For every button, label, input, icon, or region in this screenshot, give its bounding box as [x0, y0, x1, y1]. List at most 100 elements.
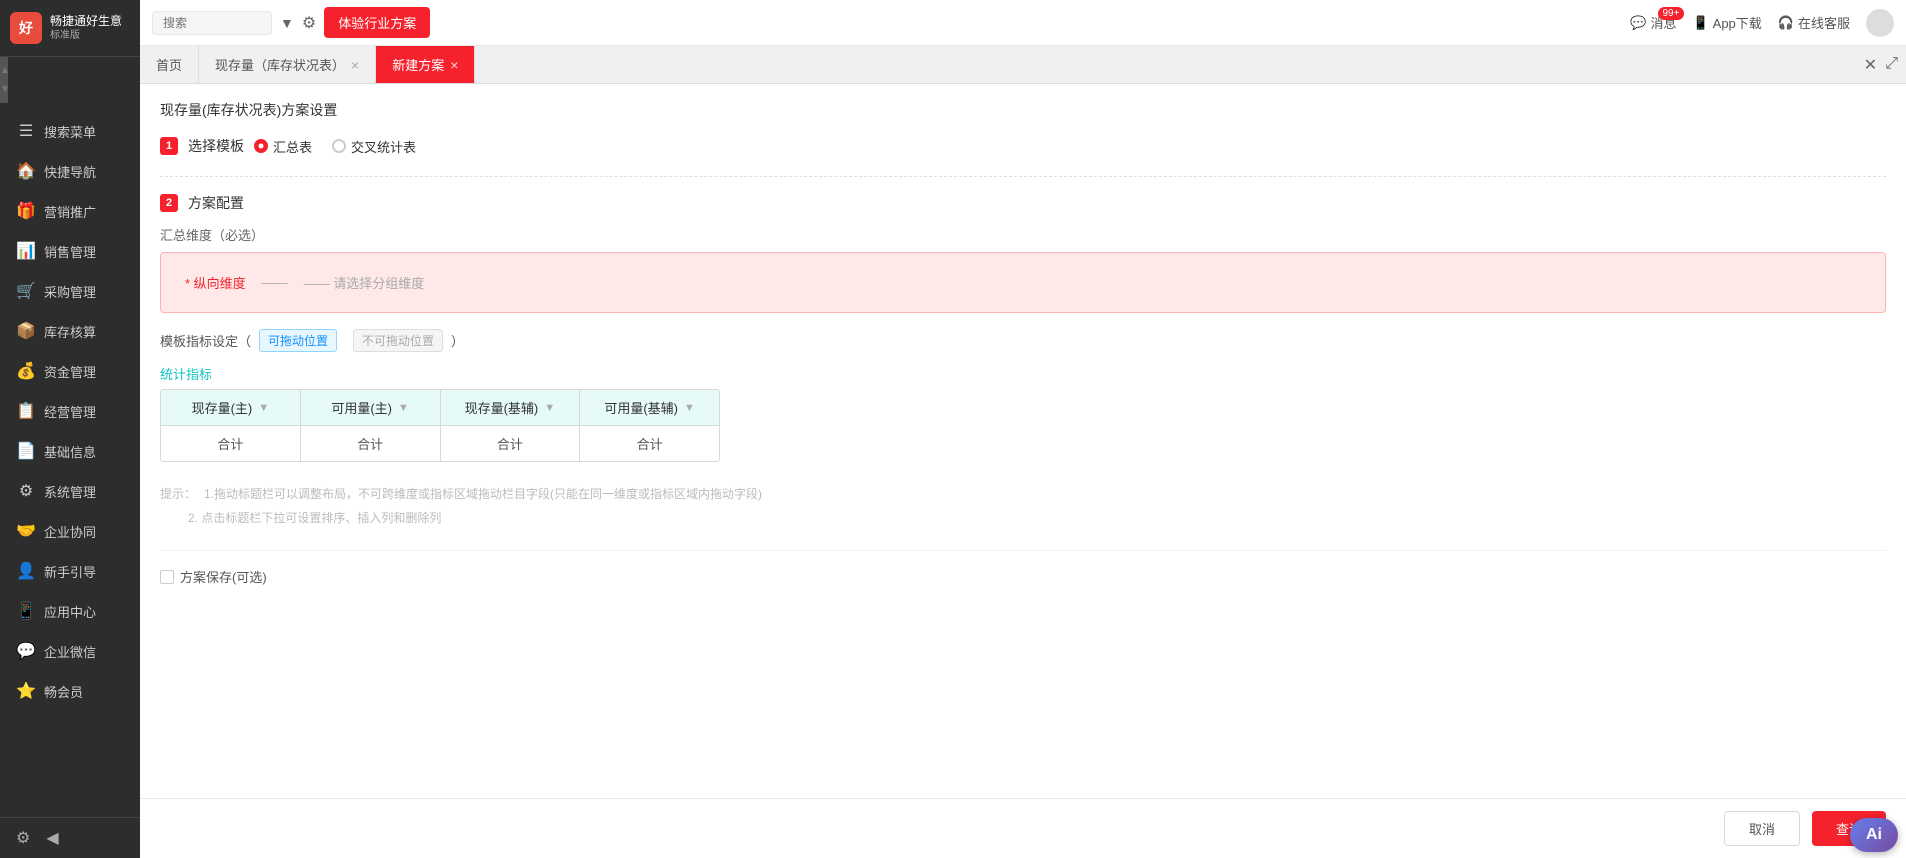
cancel-button[interactable]: 取消 — [1724, 811, 1800, 846]
content-area: 现存量(库存状况表)方案设置 1 选择模板 汇总表 — [140, 84, 1906, 798]
operations-icon: 📋 — [16, 401, 36, 421]
tab-inventory-status-close[interactable]: × — [351, 57, 359, 73]
vertical-dimension-placeholder[interactable]: —— 请选择分组维度 — [304, 273, 425, 292]
topbar: ▼ ⚙ 体验行业方案 💬 消息 99+ 📱 App下载 🎧 在线客服 — [140, 0, 1906, 46]
draggable-badge: 可拖动位置 — [259, 329, 337, 352]
step2-badge: 2 — [160, 194, 178, 212]
tab-expand-icon[interactable]: ⤢ — [1885, 55, 1898, 75]
page-container: 现存量(库存状况表)方案设置 1 选择模板 汇总表 — [140, 84, 1906, 798]
radio-summary-table[interactable]: 汇总表 — [254, 137, 312, 156]
scroll-down[interactable]: ▼ — [0, 80, 8, 99]
tab-close-icon[interactable]: ✕ — [1864, 55, 1877, 75]
sidebar-item-enterprise[interactable]: 🤝 企业协同 — [0, 511, 140, 551]
sidebar-item-finance[interactable]: 💰 资金管理 — [0, 351, 140, 391]
purchase-icon: 🛒 — [16, 281, 36, 301]
sidebar: 好 畅捷通好生意 标准版 ▲ ▼ ☰ 搜索菜单 🏠 快捷导航 🎁 营销推广 📊 … — [0, 0, 140, 858]
sidebar-scroll: ▲ ▼ — [0, 57, 8, 103]
headset-icon: 🎧 — [1778, 15, 1794, 31]
sales-icon: 📊 — [16, 241, 36, 261]
col4-header[interactable]: 可用量(基辅) ▼ — [580, 390, 719, 425]
member-icon: ⭐ — [16, 681, 36, 701]
enterprise-icon: 🤝 — [16, 521, 36, 541]
stats-table-header: 现存量(主) ▼ 可用量(主) ▼ 现存量(基辅) ▼ — [161, 390, 719, 426]
message-icon: 💬 — [1630, 15, 1646, 31]
sidebar-item-marketing[interactable]: 🎁 营销推广 — [0, 191, 140, 231]
col1-chevron-icon: ▼ — [258, 402, 269, 414]
topbar-right: 💬 消息 99+ 📱 App下载 🎧 在线客服 — [1630, 9, 1894, 37]
section-choose-template: 1 选择模板 汇总表 交叉统计表 — [160, 136, 1886, 156]
col2-header[interactable]: 可用量(主) ▼ — [301, 390, 441, 425]
tab-home[interactable]: 首页 — [140, 46, 199, 83]
sidebar-item-system[interactable]: ⚙ 系统管理 — [0, 471, 140, 511]
audio-icon[interactable]: ◀ — [46, 828, 58, 848]
messages-btn[interactable]: 💬 消息 99+ — [1630, 13, 1676, 32]
sidebar-logo: 好 畅捷通好生意 标准版 — [0, 0, 140, 57]
sidebar-item-inventory[interactable]: 📦 库存核算 — [0, 311, 140, 351]
save-option: 方案保存(可选) — [160, 550, 1886, 586]
sidebar-item-sales[interactable]: 📊 销售管理 — [0, 231, 140, 271]
app-download-btn[interactable]: 📱 App下载 — [1692, 13, 1761, 32]
tip1: 提示： 1.拖动标题栏可以调整布局，不可跨维度或指标区域拖动栏目字段(只能在同一… — [160, 482, 1886, 506]
topbar-dropdown-icon[interactable]: ▼ — [280, 15, 294, 31]
radio-group-template: 汇总表 交叉统计表 — [254, 137, 416, 156]
tab-new-scheme[interactable]: 新建方案 × — [376, 46, 475, 83]
settings-icon[interactable]: ⚙ — [16, 828, 30, 848]
tab-new-scheme-close[interactable]: × — [450, 57, 458, 73]
vertical-dimension-label: * 纵向维度 — [185, 273, 246, 292]
col1-header[interactable]: 现存量(主) ▼ — [161, 390, 301, 425]
indicator-settings-label: 模板指标设定（ 可拖动位置 不可拖动位置 ） — [160, 329, 1886, 352]
col2-body: 合计 — [301, 426, 441, 461]
section2-header: 2 方案配置 — [160, 193, 1886, 213]
step2-title: 方案配置 — [188, 193, 244, 213]
col3-body: 合计 — [441, 426, 581, 461]
col4-chevron-icon: ▼ — [684, 402, 695, 414]
sidebar-item-wechat[interactable]: 💬 企业微信 — [0, 631, 140, 671]
online-service-btn[interactable]: 🎧 在线客服 — [1778, 13, 1850, 32]
stats-table: 现存量(主) ▼ 可用量(主) ▼ 现存量(基辅) ▼ — [160, 389, 720, 462]
tips-section: 提示： 1.拖动标题栏可以调整布局，不可跨维度或指标区域拖动栏目字段(只能在同一… — [160, 482, 1886, 530]
sidebar-item-basic-info[interactable]: 📄 基础信息 — [0, 431, 140, 471]
sidebar-item-quick-nav[interactable]: 🏠 快捷导航 — [0, 151, 140, 191]
ai-float-button[interactable]: Ai — [1850, 818, 1898, 852]
sidebar-item-newbie[interactable]: 👤 新手引导 — [0, 551, 140, 591]
stats-table-body: 合计 合计 合计 合计 — [161, 426, 719, 461]
basic-info-icon: 📄 — [16, 441, 36, 461]
app-center-icon: 📱 — [16, 601, 36, 621]
topbar-gear-icon[interactable]: ⚙ — [302, 13, 316, 33]
sidebar-bottom: ⚙ ◀ — [0, 817, 140, 858]
sidebar-item-operations[interactable]: 📋 经营管理 — [0, 391, 140, 431]
sidebar-item-purchase[interactable]: 🛒 采购管理 — [0, 271, 140, 311]
industry-btn[interactable]: 体验行业方案 — [324, 7, 430, 38]
newbie-icon: 👤 — [16, 561, 36, 581]
tabs-bar: 首页 现存量（库存状况表） × 新建方案 × ✕ ⤢ — [140, 46, 1906, 84]
marketing-icon: 🎁 — [16, 201, 36, 221]
col3-header[interactable]: 现存量(基辅) ▼ — [441, 390, 581, 425]
logo-text: 畅捷通好生意 标准版 — [50, 13, 122, 44]
summary-dimension-label: 汇总维度（必选） — [160, 225, 1886, 244]
indicator-settings: 模板指标设定（ 可拖动位置 不可拖动位置 ） — [160, 329, 1886, 352]
quick-nav-icon: 🏠 — [16, 161, 36, 181]
user-avatar[interactable] — [1866, 9, 1894, 37]
col3-chevron-icon: ▼ — [544, 402, 555, 414]
tabs-right-controls: ✕ ⤢ — [1864, 55, 1906, 75]
sidebar-nav: ☰ 搜索菜单 🏠 快捷导航 🎁 营销推广 📊 销售管理 🛒 采购管理 📦 库存核… — [0, 103, 140, 817]
system-icon: ⚙ — [16, 481, 36, 501]
wechat-icon: 💬 — [16, 641, 36, 661]
tip2: 2. 点击标题栏下拉可设置排序、插入列和删除列 — [160, 506, 1886, 530]
sidebar-item-app-center[interactable]: 📱 应用中心 — [0, 591, 140, 631]
step1-badge: 1 — [160, 137, 178, 155]
logo-icon: 好 — [10, 12, 42, 44]
dimension-row: * 纵向维度 —— —— 请选择分组维度 — [185, 273, 1861, 292]
dimension-area: * 纵向维度 —— —— 请选择分组维度 — [160, 252, 1886, 313]
section1-header: 1 选择模板 汇总表 交叉统计表 — [160, 136, 1886, 156]
not-draggable-badge: 不可拖动位置 — [353, 329, 443, 352]
radio-cross-table[interactable]: 交叉统计表 — [332, 137, 416, 156]
topbar-search-input[interactable] — [152, 11, 272, 35]
save-checkbox[interactable] — [160, 570, 174, 584]
scroll-up[interactable]: ▲ — [0, 61, 8, 80]
sidebar-item-search-menu[interactable]: ☰ 搜索菜单 — [0, 111, 140, 151]
messages-badge: 99+ — [1658, 7, 1685, 20]
tab-inventory-status[interactable]: 现存量（库存状况表） × — [199, 46, 376, 83]
sidebar-item-member[interactable]: ⭐ 畅会员 — [0, 671, 140, 711]
col2-chevron-icon: ▼ — [398, 402, 409, 414]
